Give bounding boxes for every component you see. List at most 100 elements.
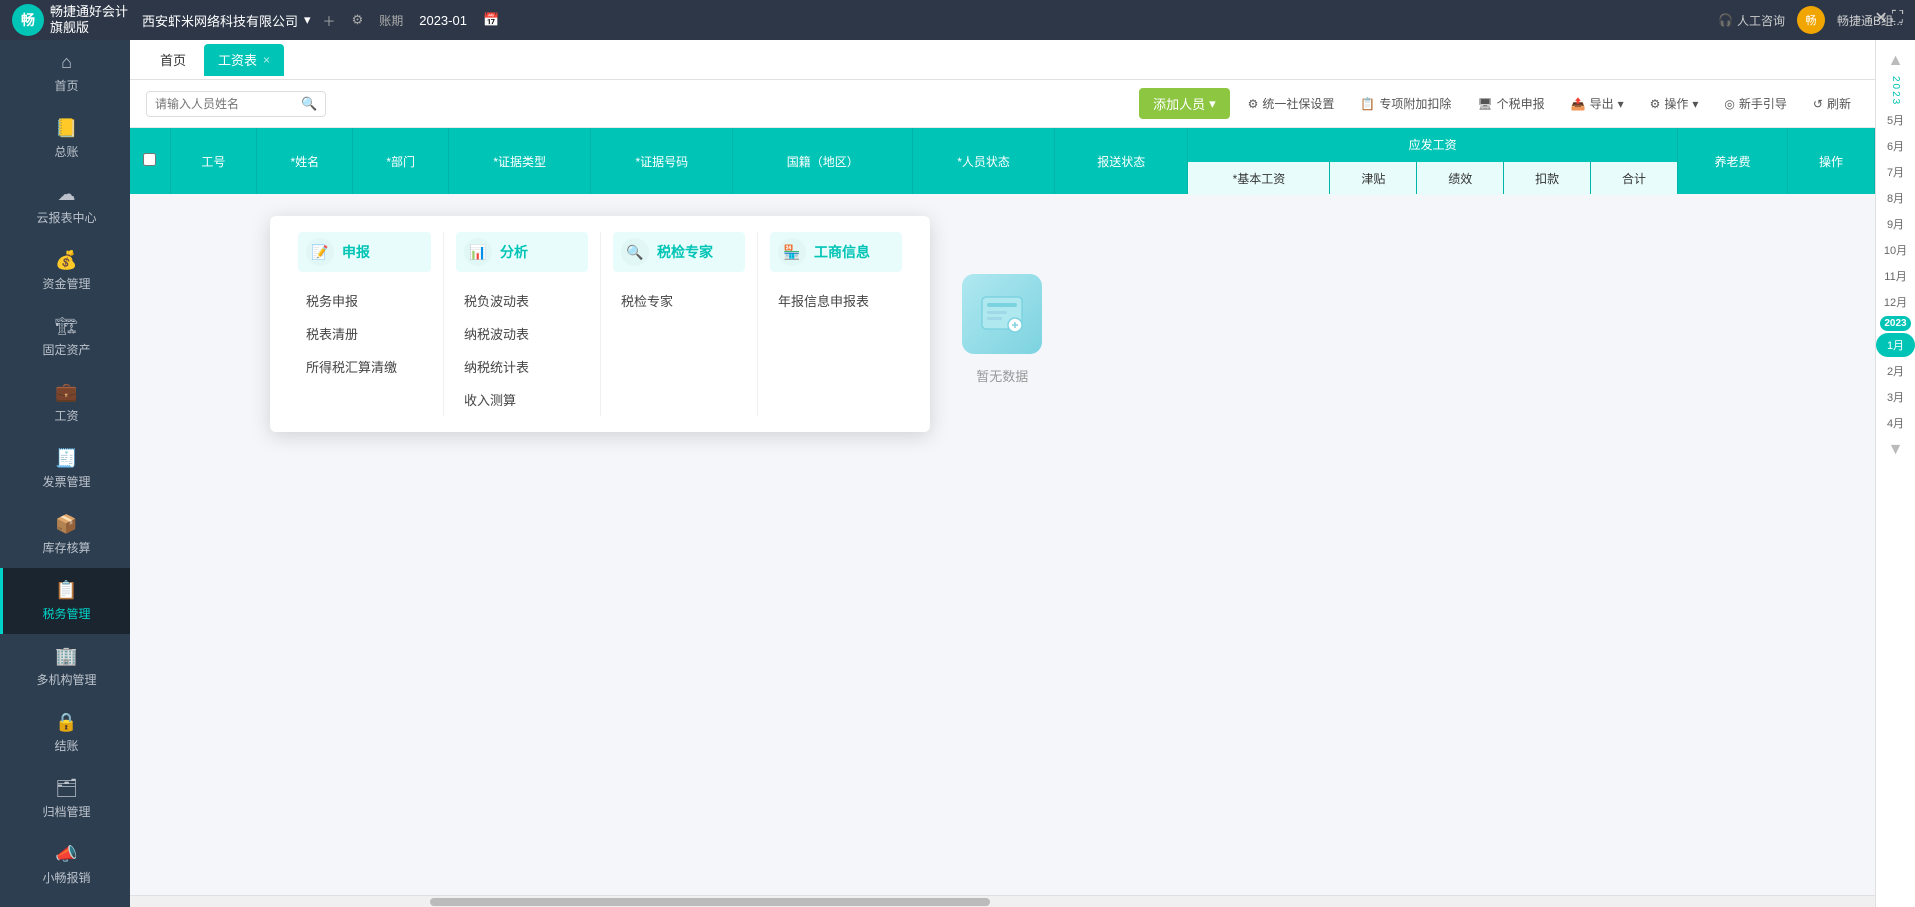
maximize-window-icon[interactable]: ⛶ [1892, 9, 1903, 27]
sidebar-item-fund[interactable]: 💰 资金管理 [0, 238, 130, 304]
sidebar-item-archive[interactable]: 🗂 归档管理 [0, 766, 130, 832]
sidebar-item-inventory[interactable]: 📦 库存核算 [0, 502, 130, 568]
dropdown-item-income-tax-settlement[interactable]: 所得税汇算清缴 [298, 350, 431, 383]
th-status: *人员状态 [912, 128, 1054, 194]
export-label: 导出 [1590, 95, 1614, 112]
tax-declaration-action[interactable]: 🖥 个税申报 [1469, 91, 1552, 116]
th-salary-group: 应发工资 [1188, 128, 1678, 161]
dropdown-item-tax-stats[interactable]: 纳税统计表 [456, 350, 588, 383]
sidebar-item-close[interactable]: 🔒 结账 [0, 700, 130, 766]
special-deduction-label: 专项附加扣除 [1379, 95, 1451, 112]
month-7[interactable]: 7月 [1876, 160, 1915, 184]
archive-icon: 🗂 [55, 778, 78, 799]
multi-org-icon: 🏢 [55, 646, 77, 667]
xiaochang-icon: 📣 [55, 844, 77, 865]
th-checkbox[interactable] [130, 128, 170, 194]
close-window-icon[interactable]: ✕ [1874, 8, 1887, 28]
search-input[interactable] [155, 97, 295, 111]
year-label-2023-top: 2023 [1890, 76, 1901, 106]
sidebar-label-fixed: 固定资产 [42, 341, 90, 358]
th-employee-id: 工号 [170, 128, 257, 194]
month-3[interactable]: 3月 [1876, 385, 1915, 409]
dropdown-cat-analysis: 📊 分析 [456, 232, 588, 272]
ledger-icon: 📒 [55, 118, 77, 139]
company-selector[interactable]: 西安虾米网络科技有限公司 ▾ [142, 11, 311, 30]
dropdown-item-tax-burden[interactable]: 税负波动表 [456, 284, 588, 317]
tab-salary-table[interactable]: 工资表 × [204, 44, 284, 76]
inventory-icon: 📦 [55, 514, 77, 535]
month-5[interactable]: 5月 [1876, 108, 1915, 132]
month-11[interactable]: 11月 [1876, 264, 1915, 288]
month-2[interactable]: 2月 [1876, 359, 1915, 383]
social-insurance-action[interactable]: ⚙ 统一社保设置 [1240, 91, 1343, 116]
user-service-label: 人工咨询 [1737, 12, 1785, 29]
sidebar-item-basic-settings[interactable]: ⚙ 基础设置 [0, 898, 130, 907]
month-6[interactable]: 6月 [1876, 134, 1915, 158]
operate-action[interactable]: ⚙ 操作 ▾ [1642, 91, 1707, 116]
dropdown-item-tax-fluctuation[interactable]: 纳税波动表 [456, 317, 588, 350]
calendar-icon[interactable]: 📅 [483, 12, 499, 28]
th-region: 国籍（地区） [733, 128, 913, 194]
deduction-icon: 📋 [1360, 97, 1375, 111]
special-deduction-action[interactable]: 📋 专项附加扣除 [1352, 91, 1459, 116]
tab-home[interactable]: 首页 [146, 44, 200, 76]
dropdown-item-tax-declaration[interactable]: 税务申报 [298, 284, 431, 317]
logo-text: 畅捷通好会计 [50, 4, 128, 20]
th-name: *姓名 [257, 128, 353, 194]
settings-icon[interactable]: ⚙ [352, 12, 364, 28]
sidebar-label-salary: 工资 [54, 407, 78, 424]
sidebar-label-tax: 税务管理 [42, 605, 90, 622]
month-10[interactable]: 10月 [1876, 238, 1915, 262]
dropdown-item-annual-report[interactable]: 年报信息申报表 [770, 284, 902, 317]
company-dropdown-icon: ▾ [304, 12, 311, 28]
headset-icon: 🎧 [1718, 13, 1733, 27]
th-total: 合计 [1591, 162, 1678, 195]
scrollbar-thumb[interactable] [430, 898, 990, 906]
sidebar-item-ledger[interactable]: 📒 总账 [0, 106, 130, 172]
select-all-checkbox[interactable] [143, 153, 156, 166]
horizontal-scrollbar[interactable] [130, 895, 1875, 907]
sidebar-item-home[interactable]: ⌂ 首页 [0, 40, 130, 106]
close-period-icon: 🔒 [55, 712, 77, 733]
search-icon: 🔍 [301, 96, 317, 112]
sidebar-item-xiaochang[interactable]: 📣 小畅报销 [0, 832, 130, 898]
export-action[interactable]: 📤 导出 ▾ [1563, 91, 1632, 116]
company-name: 西安虾米网络科技有限公司 [142, 11, 298, 30]
sidebar-item-salary[interactable]: 💼 工资 [0, 370, 130, 436]
tax-expert-label: 税检专家 [657, 242, 713, 262]
sidebar-item-invoice[interactable]: 🧾 发票管理 [0, 436, 130, 502]
tab-close-icon[interactable]: × [263, 53, 270, 67]
tax-dropdown-menu: 📝 申报 税务申报 税表清册 所得税汇算清缴 📊 分析 税负波动表 纳税波动表 … [270, 216, 930, 432]
month-9[interactable]: 9月 [1876, 212, 1915, 236]
refresh-icon: ↺ [1813, 97, 1823, 111]
month-1[interactable]: 1月 [1876, 333, 1915, 357]
right-panel-up[interactable]: ▲ [1884, 48, 1908, 74]
sidebar-item-cloud-report[interactable]: ☁ 云报表中心 [0, 172, 130, 238]
tab-bar: 首页 工资表 × [130, 40, 1875, 80]
right-panel-down[interactable]: ▼ [1884, 437, 1908, 463]
operate-label: 操作 [1664, 95, 1688, 112]
sidebar-item-fixed-assets[interactable]: 🏗 固定资产 [0, 304, 130, 370]
sidebar-item-multi-org[interactable]: 🏢 多机构管理 [0, 634, 130, 700]
salary-icon: 💼 [55, 382, 77, 403]
month-12[interactable]: 12月 [1876, 290, 1915, 314]
sidebar-item-tax[interactable]: 📋 税务管理 [0, 568, 130, 634]
dropdown-item-income-estimate[interactable]: 收入测算 [456, 383, 588, 416]
dropdown-col-declaration: 📝 申报 税务申报 税表清册 所得税汇算清缴 [286, 232, 443, 416]
refresh-action[interactable]: ↺ 刷新 [1805, 91, 1859, 116]
guide-action[interactable]: ◎ 新手引导 [1716, 91, 1795, 116]
declaration-label: 申报 [342, 242, 370, 262]
invoice-icon: 🧾 [55, 448, 77, 469]
period-value[interactable]: 2023-01 [419, 13, 467, 28]
app-body: ⌂ 首页 📒 总账 ☁ 云报表中心 💰 资金管理 🏗 固定资产 💼 工资 🧾 发… [0, 40, 1915, 907]
dropdown-item-tax-form-list[interactable]: 税表清册 [298, 317, 431, 350]
analysis-label: 分析 [500, 242, 528, 262]
month-8[interactable]: 8月 [1876, 186, 1915, 210]
sidebar-label-invoice: 发票管理 [42, 473, 90, 490]
user-service[interactable]: 🎧 人工咨询 [1718, 12, 1785, 29]
month-4[interactable]: 4月 [1876, 411, 1915, 435]
add-company-icon[interactable]: ＋ [323, 11, 336, 30]
add-person-button[interactable]: 添加人员 ▾ [1139, 88, 1230, 119]
dropdown-item-tax-expert[interactable]: 税检专家 [613, 284, 745, 317]
search-box: 🔍 [146, 91, 326, 117]
